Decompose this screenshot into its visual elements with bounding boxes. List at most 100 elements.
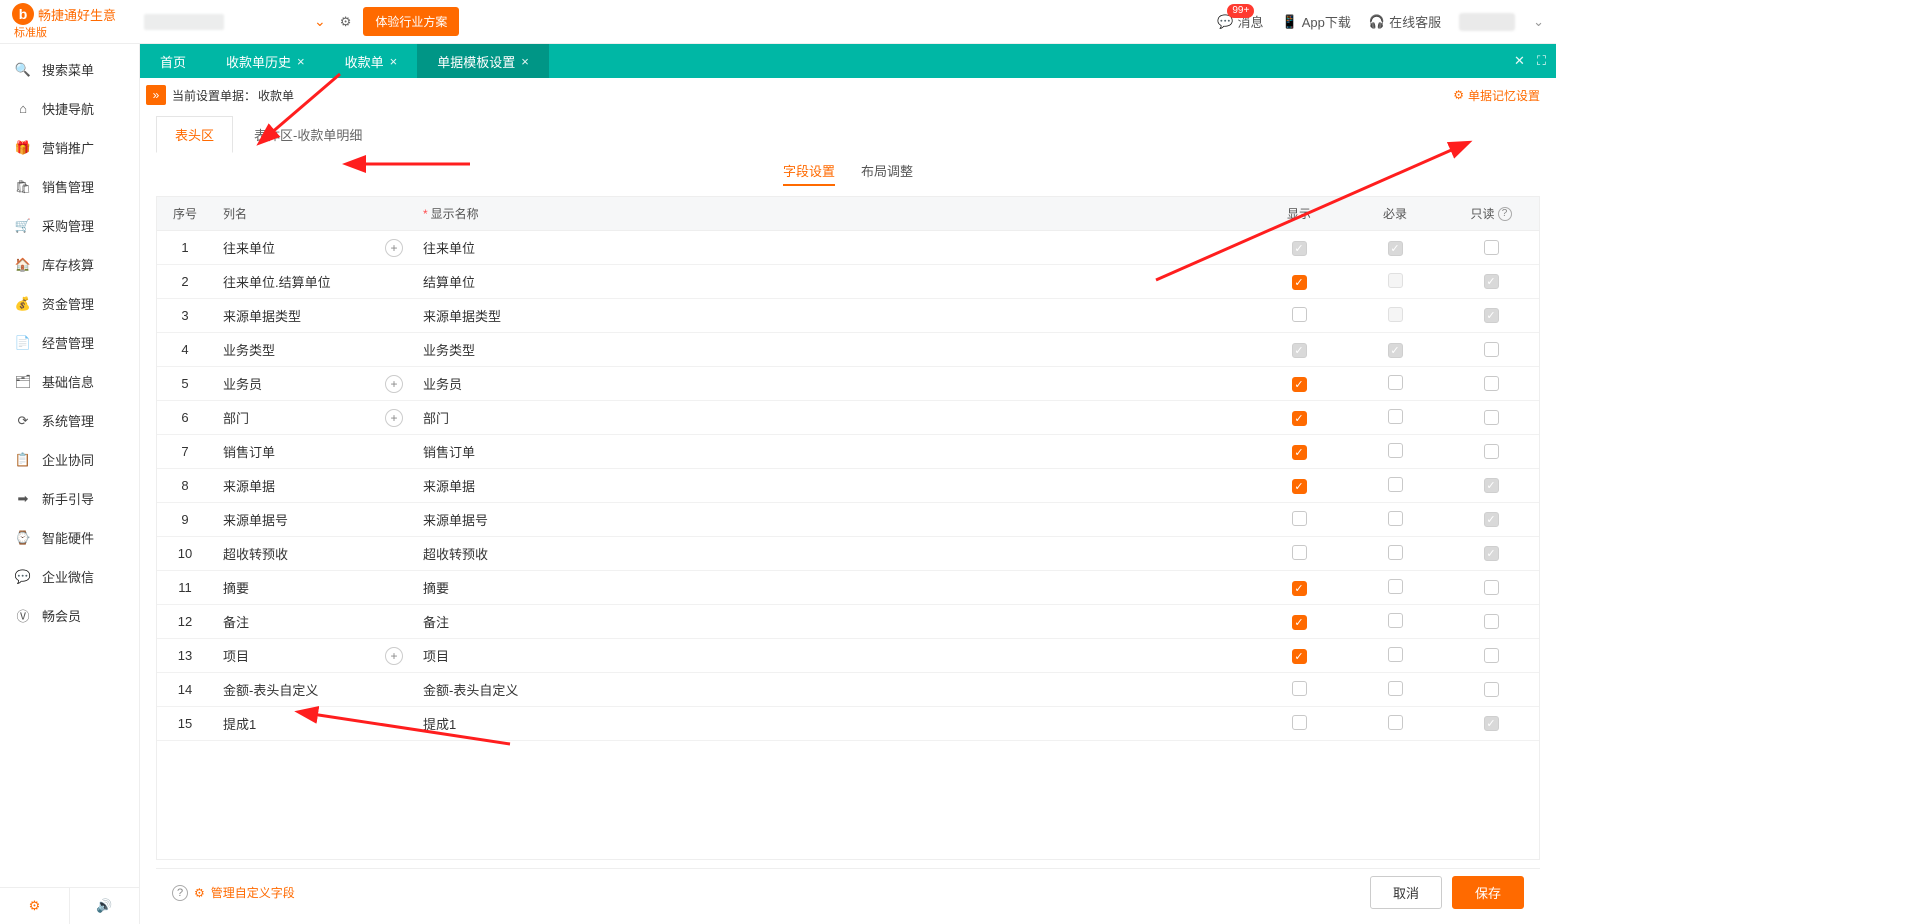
- close-icon[interactable]: ×: [521, 54, 529, 69]
- checkbox[interactable]: [1292, 479, 1307, 494]
- cell-display[interactable]: 金额-表头自定义: [413, 673, 1251, 706]
- expand-sidebar-chip[interactable]: »: [146, 85, 166, 105]
- area-subtab[interactable]: 表体区-收款单明细: [235, 116, 381, 153]
- cell-display[interactable]: 项目: [413, 639, 1251, 672]
- sidebar-item[interactable]: 💰资金管理: [0, 284, 139, 323]
- online-service-link[interactable]: 🎧 在线客服: [1369, 12, 1441, 31]
- sidebar-item[interactable]: ⌂快捷导航: [0, 89, 139, 128]
- help-icon[interactable]: ?: [1498, 207, 1512, 221]
- manage-custom-fields-link[interactable]: ? ⚙ 管理自定义字段: [172, 884, 295, 901]
- checkbox[interactable]: [1484, 342, 1499, 357]
- checkbox[interactable]: [1292, 377, 1307, 392]
- checkbox[interactable]: [1388, 681, 1403, 696]
- checkbox[interactable]: [1388, 511, 1403, 526]
- checkbox[interactable]: [1484, 240, 1499, 255]
- checkbox[interactable]: [1388, 545, 1403, 560]
- tab-fullscreen-icon[interactable]: ⛶: [1537, 53, 1546, 69]
- page-tab[interactable]: 单据模板设置×: [417, 44, 549, 78]
- company-selector[interactable]: ⌄: [144, 13, 326, 30]
- checkbox[interactable]: [1484, 648, 1499, 663]
- checkbox[interactable]: [1292, 681, 1307, 696]
- user-name-blurred[interactable]: [1459, 13, 1515, 31]
- sidebar-item[interactable]: 📄经营管理: [0, 323, 139, 362]
- checkbox[interactable]: [1292, 649, 1307, 664]
- cell-show: [1251, 708, 1347, 740]
- sidebar-item[interactable]: 🛒采购管理: [0, 206, 139, 245]
- checkbox[interactable]: [1292, 307, 1307, 322]
- checkbox[interactable]: [1484, 444, 1499, 459]
- sidebar-item[interactable]: ⌚智能硬件: [0, 518, 139, 557]
- checkbox[interactable]: [1484, 614, 1499, 629]
- sidebar-sound-icon[interactable]: 🔊: [70, 888, 139, 924]
- checkbox[interactable]: [1388, 409, 1403, 424]
- area-subtab[interactable]: 表头区: [156, 116, 233, 153]
- sidebar-item[interactable]: ➡新手引导: [0, 479, 139, 518]
- table-row: 5业务员+业务员: [157, 367, 1539, 401]
- gear-icon[interactable]: ⚙: [340, 14, 352, 30]
- checkbox[interactable]: [1292, 715, 1307, 730]
- cell-display[interactable]: 备注: [413, 605, 1251, 638]
- checkbox[interactable]: [1292, 411, 1307, 426]
- cell-display[interactable]: 来源单据类型: [413, 299, 1251, 332]
- plus-icon[interactable]: +: [385, 375, 403, 393]
- view-mode-link[interactable]: 布局调整: [861, 161, 913, 186]
- tab-close-all-icon[interactable]: ✕: [1514, 53, 1525, 69]
- page-tab[interactable]: 收款单×: [325, 44, 418, 78]
- chevron-down-icon[interactable]: ⌄: [1533, 14, 1544, 30]
- checkbox[interactable]: [1484, 580, 1499, 595]
- try-industry-button[interactable]: 体验行业方案: [363, 7, 459, 36]
- checkbox[interactable]: [1388, 647, 1403, 662]
- cell-display[interactable]: 超收转预收: [413, 537, 1251, 570]
- checkbox[interactable]: [1388, 715, 1403, 730]
- checkbox[interactable]: [1292, 581, 1307, 596]
- cell-display[interactable]: 来源单据: [413, 469, 1251, 502]
- checkbox[interactable]: [1388, 477, 1403, 492]
- sidebar-item[interactable]: Ⓥ畅会员: [0, 596, 139, 635]
- checkbox[interactable]: [1292, 545, 1307, 560]
- checkbox[interactable]: [1484, 410, 1499, 425]
- plus-icon[interactable]: +: [385, 239, 403, 257]
- plus-icon[interactable]: +: [385, 647, 403, 665]
- sidebar-settings-icon[interactable]: ⚙: [0, 888, 70, 924]
- view-mode-link[interactable]: 字段设置: [783, 161, 835, 186]
- checkbox[interactable]: [1388, 613, 1403, 628]
- checkbox[interactable]: [1388, 443, 1403, 458]
- cell-display[interactable]: 往来单位: [413, 231, 1251, 264]
- checkbox[interactable]: [1292, 615, 1307, 630]
- cancel-button[interactable]: 取消: [1370, 876, 1442, 909]
- sidebar-item[interactable]: 🗂基础信息: [0, 362, 139, 401]
- checkbox[interactable]: [1484, 376, 1499, 391]
- checkbox[interactable]: [1292, 511, 1307, 526]
- sidebar-item[interactable]: 🏠库存核算: [0, 245, 139, 284]
- app-download-link[interactable]: 📱 App下载: [1282, 12, 1351, 31]
- sidebar-item[interactable]: 📋企业协同: [0, 440, 139, 479]
- sidebar-item-icon: ➡: [14, 491, 32, 507]
- cell-display[interactable]: 业务员: [413, 367, 1251, 400]
- plus-icon[interactable]: +: [385, 409, 403, 427]
- page-tab[interactable]: 首页: [140, 44, 206, 78]
- cell-display[interactable]: 结算单位: [413, 265, 1251, 298]
- memory-settings-link[interactable]: ⚙ 单据记忆设置: [1453, 87, 1540, 104]
- checkbox[interactable]: [1484, 682, 1499, 697]
- save-button[interactable]: 保存: [1452, 876, 1524, 909]
- cell-display[interactable]: 提成1: [413, 707, 1251, 740]
- checkbox[interactable]: [1292, 275, 1307, 290]
- cell-display[interactable]: 部门: [413, 401, 1251, 434]
- checkbox[interactable]: [1292, 445, 1307, 460]
- checkbox[interactable]: [1388, 375, 1403, 390]
- close-icon[interactable]: ×: [390, 54, 398, 69]
- sidebar-item[interactable]: 🔍搜索菜单: [0, 50, 139, 89]
- cell-display[interactable]: 摘要: [413, 571, 1251, 604]
- page-tab[interactable]: 收款单历史×: [206, 44, 325, 78]
- sidebar-item[interactable]: ⟳系统管理: [0, 401, 139, 440]
- messages-link[interactable]: 💬 消息 99+: [1217, 12, 1263, 31]
- checkbox[interactable]: [1388, 579, 1403, 594]
- sidebar-item[interactable]: 🎁营销推广: [0, 128, 139, 167]
- cell-display[interactable]: 业务类型: [413, 333, 1251, 366]
- sidebar-item[interactable]: 💬企业微信: [0, 557, 139, 596]
- sidebar-item[interactable]: 🛍销售管理: [0, 167, 139, 206]
- cell-display[interactable]: 销售订单: [413, 435, 1251, 468]
- close-icon[interactable]: ×: [297, 54, 305, 69]
- cell-display[interactable]: 来源单据号: [413, 503, 1251, 536]
- page-tabs: 首页收款单历史×收款单×单据模板设置× ✕ ⛶: [140, 44, 1556, 78]
